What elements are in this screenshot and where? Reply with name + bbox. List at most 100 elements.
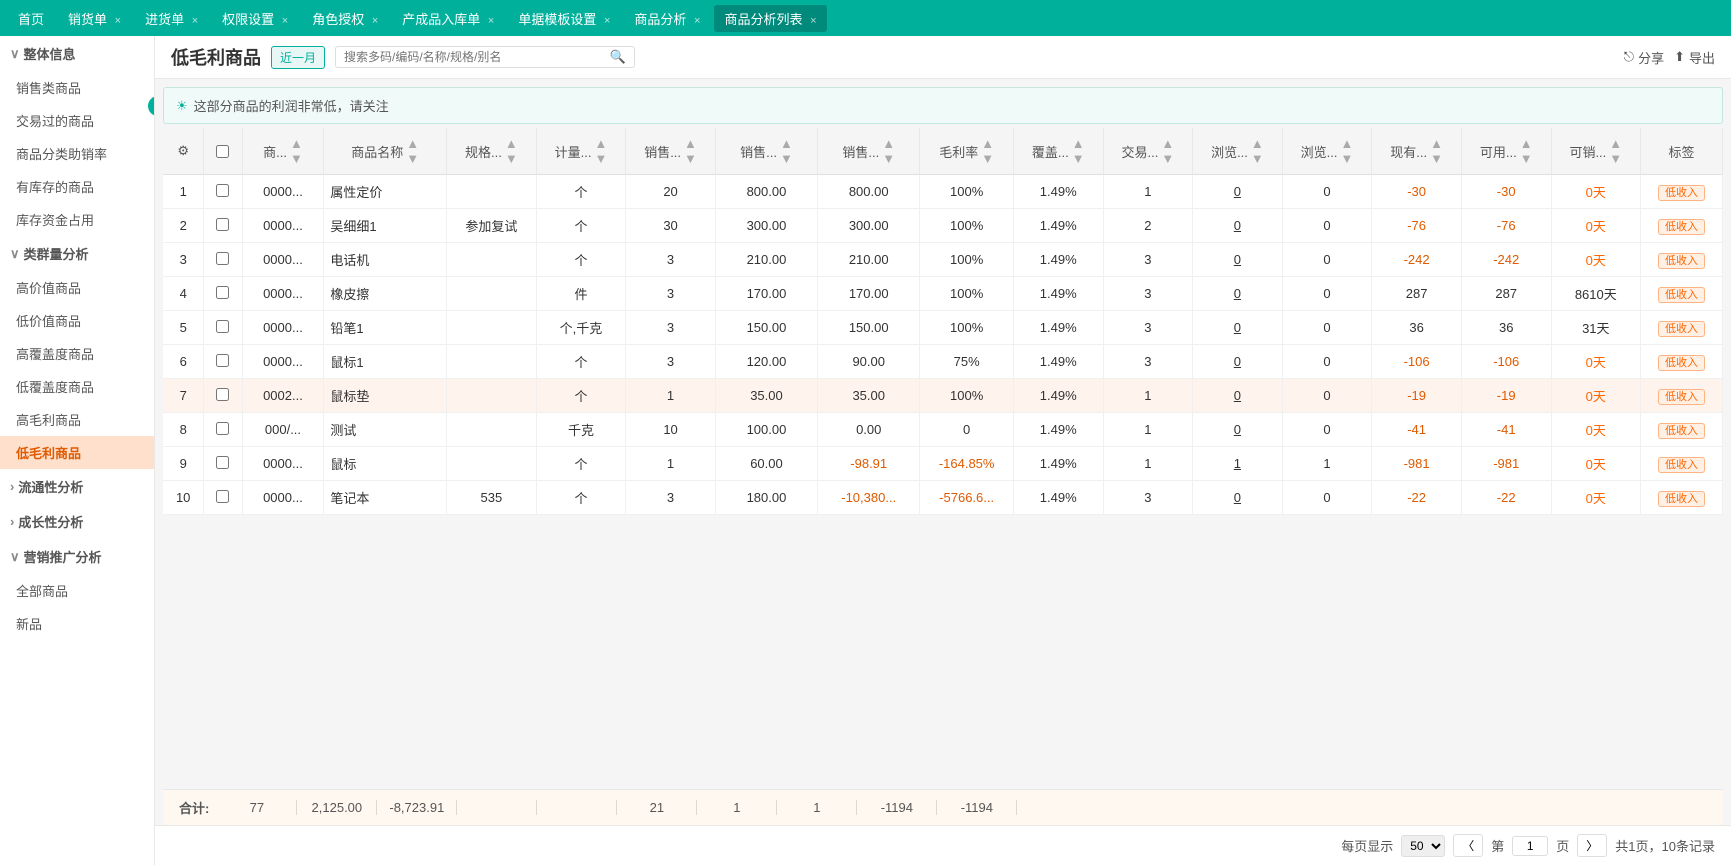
cell-browse1[interactable]: 0 [1193, 481, 1283, 515]
sidebar-section-cluster[interactable]: ∨ 类群量分析 [0, 236, 154, 271]
th-tag[interactable]: 标签 [1641, 128, 1723, 175]
table-row[interactable]: 4 0000... 橡皮擦 件 3 170.00 170.00 100% 1.4… [163, 277, 1723, 311]
cell-browse1[interactable]: 0 [1193, 379, 1283, 413]
row-checkbox[interactable] [216, 354, 229, 367]
table-row[interactable]: 6 0000... 鼠标1 个 3 120.00 90.00 75% 1.49%… [163, 345, 1723, 379]
th-current-stock[interactable]: 现有... ▲▼ [1372, 128, 1462, 175]
nav-role[interactable]: 角色授权 × [302, 5, 388, 32]
cell-checkbox[interactable] [204, 243, 242, 277]
close-icon[interactable]: × [810, 15, 816, 27]
sidebar-item-new-products[interactable]: 新品 [0, 607, 154, 640]
cell-browse1[interactable]: 0 [1193, 277, 1283, 311]
search-icon[interactable]: 🔍 [610, 49, 626, 65]
cell-checkbox[interactable] [204, 379, 242, 413]
nav-purchase[interactable]: 进货单 × [135, 5, 208, 32]
sidebar-item-low-value[interactable]: 低价值商品 [0, 304, 154, 337]
sidebar-section-overall[interactable]: ∨ 整体信息 [0, 36, 154, 71]
table-row[interactable]: 2 0000... 吴细细1 参加复试 个 30 300.00 300.00 1… [163, 209, 1723, 243]
th-sale-qty[interactable]: 销售... ▲▼ [626, 128, 716, 175]
th-name[interactable]: 商品名称 ▲▼ [324, 128, 447, 175]
sidebar-section-marketing[interactable]: ∨ 营销推广分析 [0, 539, 154, 574]
nav-product-entry[interactable]: 产成品入库单 × [392, 5, 504, 32]
close-icon[interactable]: × [604, 15, 610, 27]
cell-browse1[interactable]: 0 [1193, 209, 1283, 243]
cell-browse1[interactable]: 0 [1193, 243, 1283, 277]
th-sale-price[interactable]: 销售... ▲▼ [715, 128, 817, 175]
th-code[interactable]: 商... ▲▼ [242, 128, 324, 175]
sidebar-section-circulation[interactable]: › 流通性分析 [0, 469, 154, 504]
sidebar-item-inventory-capital[interactable]: 库存资金占用 [0, 203, 154, 236]
close-icon[interactable]: × [372, 15, 378, 27]
th-spec[interactable]: 规格... ▲▼ [447, 128, 537, 175]
th-sale-amount[interactable]: 销售... ▲▼ [818, 128, 920, 175]
cell-browse1[interactable]: 1 [1193, 447, 1283, 481]
th-settings[interactable]: ⚙ [163, 128, 204, 175]
search-input[interactable] [344, 50, 610, 64]
table-row[interactable]: 1 0000... 属性定价 个 20 800.00 800.00 100% 1… [163, 175, 1723, 209]
th-available[interactable]: 可用... ▲▼ [1461, 128, 1551, 175]
row-checkbox[interactable] [216, 320, 229, 333]
sidebar-item-category-rate[interactable]: 商品分类助销率 [0, 137, 154, 170]
cell-checkbox[interactable] [204, 345, 242, 379]
row-checkbox[interactable] [216, 422, 229, 435]
cell-checkbox[interactable] [204, 277, 242, 311]
period-button[interactable]: 近一月 [271, 46, 325, 69]
row-checkbox[interactable] [216, 388, 229, 401]
table-row[interactable]: 7 0002... 鼠标垫 个 1 35.00 35.00 100% 1.49%… [163, 379, 1723, 413]
row-checkbox[interactable] [216, 490, 229, 503]
sidebar-item-high-margin[interactable]: 高毛利商品 [0, 403, 154, 436]
table-row[interactable]: 5 0000... 铅笔1 个,千克 3 150.00 150.00 100% … [163, 311, 1723, 345]
select-all-checkbox[interactable] [216, 145, 229, 158]
sidebar-section-growth[interactable]: › 成长性分析 [0, 504, 154, 539]
table-row[interactable]: 9 0000... 鼠标 个 1 60.00 -98.91 -164.85% 1… [163, 447, 1723, 481]
cell-checkbox[interactable] [204, 447, 242, 481]
cell-checkbox[interactable] [204, 481, 242, 515]
sidebar-item-high-value[interactable]: 高价值商品 [0, 271, 154, 304]
close-icon[interactable]: × [694, 15, 700, 27]
cell-checkbox[interactable] [204, 413, 242, 447]
cell-checkbox[interactable] [204, 311, 242, 345]
nav-product-analysis[interactable]: 商品分析 × [624, 5, 710, 32]
sidebar-item-inventory-products[interactable]: 有库存的商品 [0, 170, 154, 203]
th-checkbox[interactable] [204, 128, 242, 175]
row-checkbox[interactable] [216, 218, 229, 231]
table-row[interactable]: 8 000/... 测试 千克 10 100.00 0.00 0 1.49% 1… [163, 413, 1723, 447]
page-input[interactable] [1512, 836, 1548, 856]
cell-browse1[interactable]: 0 [1193, 175, 1283, 209]
nav-product-analysis-list[interactable]: 商品分析列表 × [714, 5, 826, 32]
sidebar-item-sales-products[interactable]: 销售类商品 [0, 71, 154, 104]
nav-template[interactable]: 单据模板设置 × [508, 5, 620, 32]
close-icon[interactable]: × [488, 15, 494, 27]
cell-checkbox[interactable] [204, 209, 242, 243]
sidebar-item-all-products[interactable]: 全部商品 [0, 574, 154, 607]
prev-page-button[interactable]: 〈 [1453, 834, 1483, 857]
th-browse1[interactable]: 浏览... ▲▼ [1193, 128, 1283, 175]
share-button[interactable]: ⎋ 分享 [1624, 48, 1664, 67]
next-page-button[interactable]: 〉 [1577, 834, 1607, 857]
nav-sales[interactable]: 销货单 × [58, 5, 131, 32]
row-checkbox[interactable] [216, 184, 229, 197]
th-browse2[interactable]: 浏览... ▲▼ [1282, 128, 1372, 175]
cell-checkbox[interactable] [204, 175, 242, 209]
table-row[interactable]: 10 0000... 笔记本 535 个 3 180.00 -10,380...… [163, 481, 1723, 515]
row-checkbox[interactable] [216, 252, 229, 265]
export-button[interactable]: ⬆ 导出 [1674, 48, 1715, 67]
row-checkbox[interactable] [216, 456, 229, 469]
th-gross-margin[interactable]: 毛利率 ▲▼ [920, 128, 1014, 175]
cell-browse1[interactable]: 0 [1193, 413, 1283, 447]
sidebar-item-traded-products[interactable]: 交易过的商品 [0, 104, 154, 137]
th-transaction[interactable]: 交易... ▲▼ [1103, 128, 1193, 175]
close-icon[interactable]: × [115, 15, 121, 27]
cell-browse1[interactable]: 0 [1193, 345, 1283, 379]
th-unit[interactable]: 计量... ▲▼ [536, 128, 626, 175]
nav-permission[interactable]: 权限设置 × [212, 5, 298, 32]
table-row[interactable]: 3 0000... 电话机 个 3 210.00 210.00 100% 1.4… [163, 243, 1723, 277]
close-icon[interactable]: × [192, 15, 198, 27]
per-page-select[interactable]: 50 [1401, 835, 1445, 857]
sidebar-item-low-coverage[interactable]: 低覆盖度商品 [0, 370, 154, 403]
sidebar-item-low-margin[interactable]: 低毛利商品 [0, 436, 154, 469]
th-sellable[interactable]: 可销... ▲▼ [1551, 128, 1641, 175]
sidebar-item-high-coverage[interactable]: 高覆盖度商品 [0, 337, 154, 370]
row-checkbox[interactable] [216, 286, 229, 299]
close-icon[interactable]: × [282, 15, 288, 27]
